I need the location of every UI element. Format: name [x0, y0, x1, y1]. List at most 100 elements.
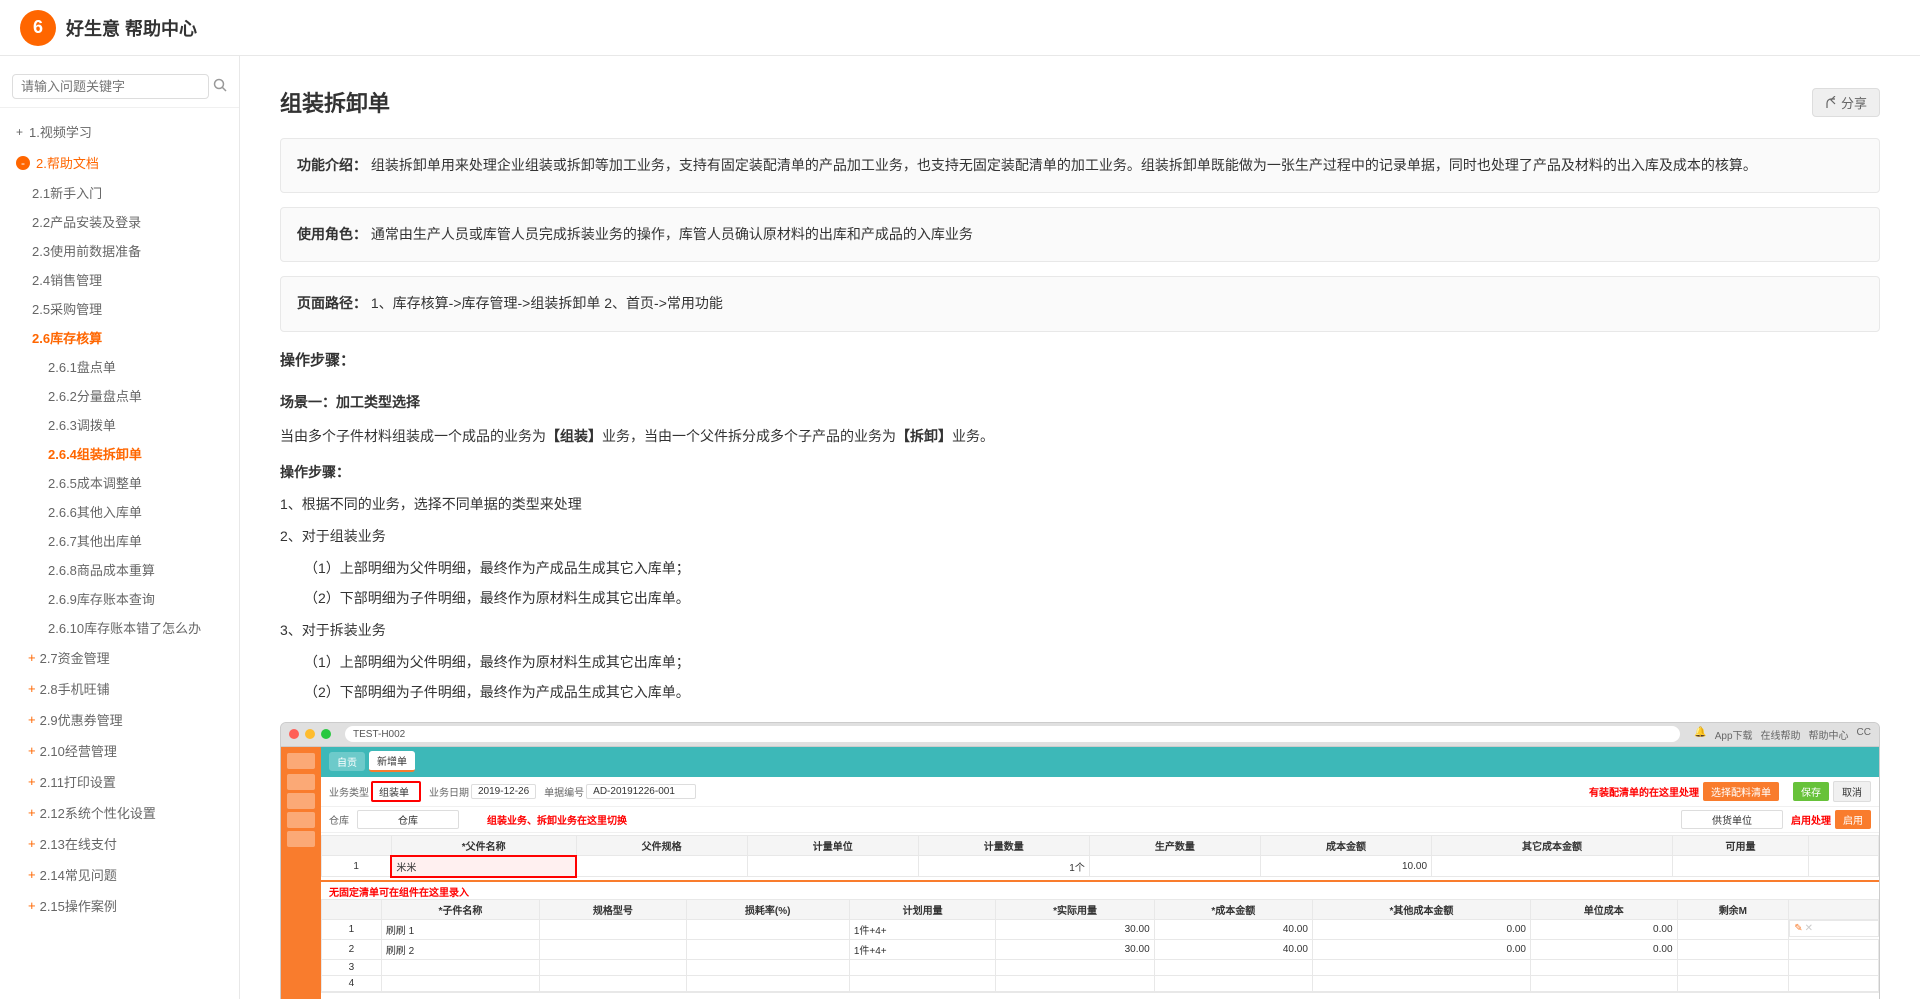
nav-sub-print[interactable]: + 2.11打印设置	[0, 766, 239, 797]
main-content: 组装拆卸单 分享 功能介绍： 组装拆卸单用来处理企业组装或拆卸等加工业务，支持有…	[240, 56, 1920, 999]
search-input[interactable]	[12, 74, 209, 99]
screenshot: TEST-H002 🔔 App下载 在线帮助 帮助中心 CC	[280, 722, 1880, 999]
sub-table-row-2: 2 刷刷 2 1件+4+ 30.00 40.00 0.00 0.00	[322, 939, 1879, 959]
nav-sub-inventory[interactable]: 2.6库存核算	[0, 323, 239, 352]
share-button[interactable]: 分享	[1812, 88, 1880, 117]
save-button[interactable]: 保存	[1793, 782, 1829, 801]
nav-sub2-other-in[interactable]: 2.6.6其他入库单	[0, 497, 239, 526]
url-bar: TEST-H002	[353, 729, 405, 740]
nav-sub-operation[interactable]: + 2.10经营管理	[0, 735, 239, 766]
app-main: 自贡 新增单 业务类型 组装单	[321, 747, 1879, 999]
app-tab-bar: 自贡 新增单	[321, 747, 1879, 777]
app-sidebar-icon3	[287, 793, 315, 809]
nav-sub-mobile[interactable]: + 2.8手机旺铺	[0, 673, 239, 704]
nav-sub-cases[interactable]: + 2.15操作案例	[0, 890, 239, 921]
annotation1-area: 有装配清单的在这里处理 选择配料清单	[1589, 782, 1779, 801]
page-title: 组装拆卸单	[280, 86, 390, 118]
step3-sub2: （2）下部明细为子件明细，最终作为产成品生成其它入库单。	[304, 678, 1880, 706]
code-field: 单据编号 AD-20191226-001	[544, 784, 696, 799]
operations-title: 操作步骤：	[280, 346, 1880, 376]
enable-button[interactable]: 启用	[1835, 810, 1871, 829]
nav-sub2-stock-query[interactable]: 2.6.9库存账本查询	[0, 584, 239, 613]
nav-sub2-other-out[interactable]: 2.6.7其他出库单	[0, 526, 239, 555]
stock-input[interactable]: 供货单位	[1681, 810, 1783, 829]
step3: 3、对于拆装业务	[280, 616, 1880, 644]
annotation2-area: 组装业务、拆卸业务在这里切换	[487, 812, 627, 827]
disassemble-label: 【拆卸】	[896, 428, 952, 444]
minus-icon: -	[16, 156, 30, 170]
page-title-bar: 组装拆卸单 分享	[280, 86, 1880, 118]
nav-sub2-cost-calc[interactable]: 2.6.8商品成本重算	[0, 555, 239, 584]
header-title: 好生意 帮助中心	[66, 15, 197, 41]
step2-sub1: （1）上部明细为父件明细，最终作为产成品生成其它入库单；	[304, 554, 1880, 582]
nav-sub2-stock-err[interactable]: 2.6.10库存账本错了怎么办	[0, 613, 239, 642]
nav-sub2-assembly[interactable]: 2.6.4组装拆卸单	[0, 439, 239, 468]
config-btn[interactable]: 选择配料清单	[1703, 782, 1779, 801]
nav-sub-purchase[interactable]: 2.5采购管理	[0, 294, 239, 323]
date-field: 业务日期 2019-12-26	[429, 784, 536, 799]
nav-sub-online-pay[interactable]: + 2.13在线支付	[0, 828, 239, 859]
row-edit-icon[interactable]: ✎	[1794, 923, 1802, 934]
step3-sub1: （1）上部明细为父件明细，最终作为原材料生成其它出库单；	[304, 648, 1880, 676]
close-window-icon	[289, 729, 299, 739]
search-button[interactable]	[213, 78, 227, 95]
annotation3-area: 供货单位	[1681, 810, 1783, 829]
intro-block: 功能介绍： 组装拆卸单用来处理企业组装或拆卸等加工业务，支持有固定装配清单的产品…	[280, 138, 1880, 193]
sub-table: *子件名称 规格型号 损耗率(%) 计划用量 *实际用量 *成本金额 *其他成本…	[321, 899, 1879, 992]
row-delete-icon[interactable]: ✕	[1805, 923, 1813, 934]
footer-row: 合计 0.00 0.06 0.00 0.00 0.00	[321, 992, 1879, 999]
tables-area: *父件名称 父件规格 计量单位 计量数量 生产数量 成本金额 其它成本金额 可用…	[321, 833, 1879, 999]
sub-table-row-3: 3	[322, 959, 1879, 975]
role-block: 使用角色： 通常由生产人员或库管人员完成拆装业务的操作，库管人员确认原材料的出库…	[280, 207, 1880, 262]
nav-sub-finance[interactable]: + 2.7资金管理	[0, 642, 239, 673]
nav-sub-coupon[interactable]: + 2.9优惠券管理	[0, 704, 239, 735]
app-sidebar-icon4	[287, 812, 315, 828]
nav-sub-data[interactable]: 2.3使用前数据准备	[0, 236, 239, 265]
sidebar: + 1.视频学习 - 2.帮助文档 2.1新手入门 2.2产品安装及登录 2.3…	[0, 56, 240, 999]
step2-sub2: （2）下部明细为子件明细，最终作为原材料生成其它出库单。	[304, 584, 1880, 612]
nav-item-video[interactable]: + 1.视频学习	[0, 116, 239, 147]
tab-list: 自贡	[329, 752, 365, 771]
annotation2-text: 组装业务、拆卸业务在这里切换	[487, 816, 627, 827]
nav-sub2-split[interactable]: 2.6.2分量盘点单	[0, 381, 239, 410]
tab-new[interactable]: 新增单	[369, 751, 415, 772]
nav-sub2-adjust[interactable]: 2.6.3调拨单	[0, 410, 239, 439]
form-second-row: 仓库 仓库 组装业务、拆卸业务在这里切换 供货单位 启用处理	[321, 807, 1879, 833]
scene1-title: 场景一：加工类型选择	[280, 388, 1880, 416]
path-block: 页面路径： 1、库存核算->库存管理->组装拆卸单 2、首页->常用功能	[280, 276, 1880, 331]
assemble-label: 【组装】	[546, 428, 602, 444]
action-btns: 保存 取消	[1793, 781, 1871, 802]
minimize-window-icon	[305, 729, 315, 739]
nav-item-docs[interactable]: - 2.帮助文档	[0, 147, 239, 178]
nav-sub2-cost-adjust[interactable]: 2.6.5成本调整单	[0, 468, 239, 497]
header: 6 好生意 帮助中心	[0, 0, 1920, 56]
nav-sub-new[interactable]: 2.1新手入门	[0, 178, 239, 207]
annotation3-text: 启用处理	[1791, 812, 1831, 827]
nav-sub-faq[interactable]: + 2.14常见问题	[0, 859, 239, 890]
nav-sub2-check[interactable]: 2.6.1盘点单	[0, 352, 239, 381]
annotation4-area: 无固定清单可在组件在这里录入	[321, 884, 1879, 899]
app-body: 自贡 新增单 业务类型 组装单	[281, 747, 1879, 999]
search-box	[0, 66, 239, 108]
operations-section: 操作步骤： 场景一：加工类型选择 当由多个子件材料组装成一个成品的业务为【组装】…	[280, 346, 1880, 706]
nav-sub-sales[interactable]: 2.4销售管理	[0, 265, 239, 294]
annotation4-text: 无固定清单可在组件在这里录入	[321, 888, 469, 899]
warehouse-input[interactable]: 仓库	[357, 810, 459, 829]
nav-sub-personalize[interactable]: + 2.12系统个性化设置	[0, 797, 239, 828]
maximize-window-icon	[321, 729, 331, 739]
sub-table-row-1: 1 刷刷 1 1件+4+ 30.00 40.00 0.00 0.00	[322, 919, 1879, 939]
form-header-row: 业务类型 组装单 业务日期 2019-12-26	[321, 777, 1879, 807]
cancel-button[interactable]: 取消	[1833, 781, 1871, 802]
date-input[interactable]: 2019-12-26	[471, 784, 536, 799]
step2: 2、对于组装业务	[280, 522, 1880, 550]
section-divider	[321, 880, 1879, 882]
parent-table: *父件名称 父件规格 计量单位 计量数量 生产数量 成本金额 其它成本金额 可用…	[321, 835, 1879, 878]
nav-sub-install[interactable]: 2.2产品安装及登录	[0, 207, 239, 236]
parent-table-row: 1 米米 1个 10.00	[322, 856, 1879, 877]
code-input[interactable]: AD-20191226-001	[586, 784, 696, 799]
type-selector[interactable]: 组装单	[371, 781, 421, 802]
logo: 6	[20, 10, 56, 46]
annotation3-btn-area: 启用处理 启用	[1791, 810, 1871, 829]
step1: 1、根据不同的业务，选择不同单据的类型来处理	[280, 490, 1880, 518]
share-icon	[1825, 96, 1837, 108]
